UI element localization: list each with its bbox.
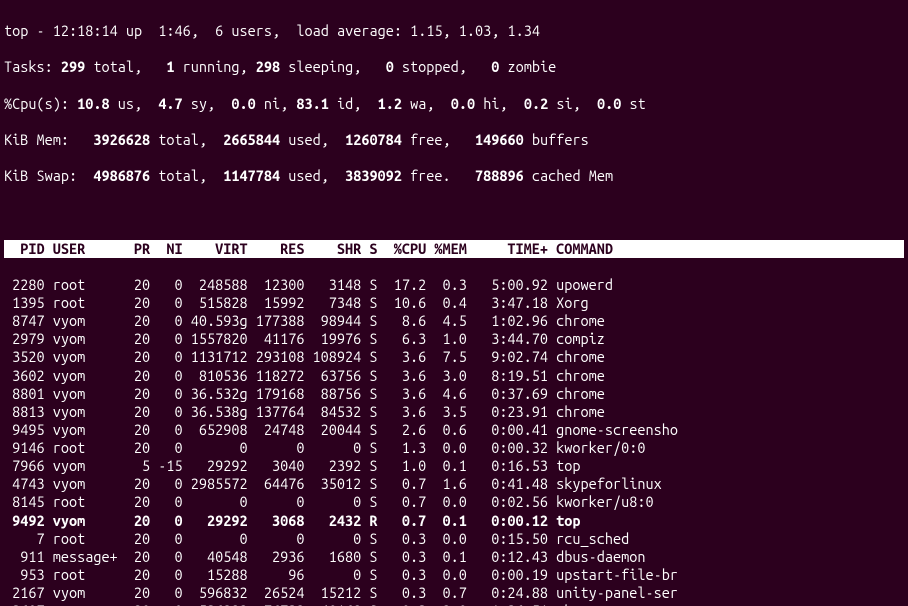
process-list: 2280 root 20 0 248588 12300 3148 S 17.2 … [4,276,904,606]
blank-line [4,203,904,221]
process-row: 7 root 20 0 0 0 0 S 0.3 0.0 0:15.50 rcu_… [4,530,904,548]
process-row: 953 root 20 0 15288 96 0 S 0.3 0.0 0:00.… [4,566,904,584]
process-row: 8747 vyom 20 0 40.593g 177388 98944 S 8.… [4,312,904,330]
summary-line-mem: KiB Mem: 3926628 total, 2665844 used, 12… [4,131,904,149]
process-row: 2167 vyom 20 0 596832 26524 15212 S 0.3 … [4,584,904,602]
process-row: 8145 root 20 0 0 0 0 S 0.7 0.0 0:02.56 k… [4,493,904,511]
process-row: 9495 vyom 20 0 652908 24748 20044 S 2.6 … [4,421,904,439]
process-row: 7966 vyom 5 -15 29292 3040 2392 S 1.0 0.… [4,457,904,475]
process-row: 1395 root 20 0 515828 15992 7348 S 10.6 … [4,294,904,312]
process-row: 911 message+ 20 0 40548 2936 1680 S 0.3 … [4,548,904,566]
process-row: 9146 root 20 0 0 0 0 S 1.3 0.0 0:00.32 k… [4,439,904,457]
column-header-row: PID USER PR NI VIRT RES SHR S %CPU %MEM … [4,240,904,258]
process-row: 4743 vyom 20 0 2985572 64476 35012 S 0.7… [4,475,904,493]
summary-line-swap: KiB Swap: 4986876 total, 1147784 used, 3… [4,167,904,185]
summary-line-tasks: Tasks: 299 total, 1 running, 298 sleepin… [4,58,904,76]
process-row: 3607 vyom 20 0 536292 76732 40168 S 0.3 … [4,602,904,606]
process-row: 3602 vyom 20 0 810536 118272 63756 S 3.6… [4,367,904,385]
process-row: 3520 vyom 20 0 1131712 293108 108924 S 3… [4,348,904,366]
process-row: 8813 vyom 20 0 36.538g 137764 84532 S 3.… [4,403,904,421]
process-row: 8801 vyom 20 0 36.532g 179168 88756 S 3.… [4,385,904,403]
summary-line-uptime: top - 12:18:14 up 1:46, 6 users, load av… [4,22,904,40]
process-row: 9492 vyom 20 0 29292 3068 2432 R 0.7 0.1… [4,512,904,530]
terminal[interactable]: top - 12:18:14 up 1:46, 6 users, load av… [0,0,908,606]
summary-line-cpu: %Cpu(s): 10.8 us, 4.7 sy, 0.0 ni, 83.1 i… [4,95,904,113]
process-row: 2280 root 20 0 248588 12300 3148 S 17.2 … [4,276,904,294]
process-row: 2979 vyom 20 0 1557820 41176 19976 S 6.3… [4,330,904,348]
